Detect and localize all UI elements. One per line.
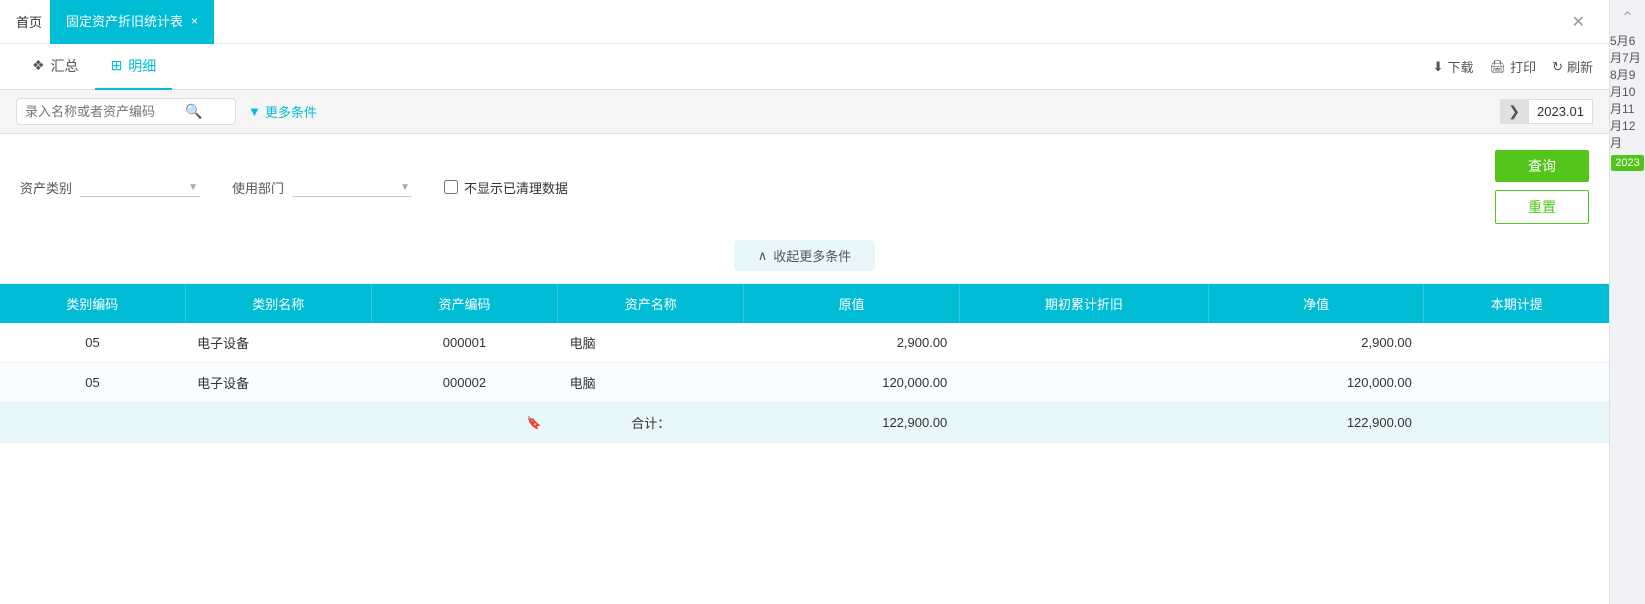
cell-asset-code: 000001 xyxy=(371,323,557,363)
window-close-button[interactable]: ✕ xyxy=(1564,8,1593,36)
cell-asset-name: 电脑 xyxy=(558,323,744,363)
asset-type-select[interactable] xyxy=(80,177,200,197)
refresh-label: 刷新 xyxy=(1567,57,1593,76)
summary-icon: ❖ xyxy=(32,57,45,74)
cell-current-period xyxy=(1424,363,1609,403)
cell-type-code: 05 xyxy=(0,363,185,403)
cell-net-value: 120,000.00 xyxy=(1208,363,1423,403)
col-type-code: 类别编码 xyxy=(0,284,185,323)
sidebar-scroll-up[interactable]: ⌃ xyxy=(1621,8,1634,28)
collapse-label: 收起更多条件 xyxy=(773,246,851,265)
collapse-button[interactable]: ∧ 收起更多条件 xyxy=(734,240,876,271)
cell-type-name: 电子设备 xyxy=(185,323,371,363)
tab-detail-label: 明细 xyxy=(128,56,156,76)
tab-summary-label: 汇总 xyxy=(51,56,79,76)
col-asset-name: 资产名称 xyxy=(558,284,744,323)
filter-button[interactable]: ▼ 更多条件 xyxy=(248,102,317,121)
total-net-value: 122,900.00 xyxy=(1208,403,1423,443)
search-icon: 🔍 xyxy=(185,103,202,120)
cell-accumulated-dep xyxy=(959,323,1208,363)
col-net-value: 净值 xyxy=(1208,284,1423,323)
table-row[interactable]: 05 电子设备 000002 电脑 120,000.00 120,000.00 xyxy=(0,363,1609,403)
cell-current-period xyxy=(1424,323,1609,363)
total-row: 🔖 合计： 122,900.00 122,900.00 xyxy=(0,403,1609,443)
download-icon: ⬇ xyxy=(1433,59,1444,75)
hide-cleared-label: 不显示已清理数据 xyxy=(464,178,568,197)
date-prev-button[interactable]: ❯ xyxy=(1500,99,1528,124)
col-asset-code: 资产编码 xyxy=(371,284,557,323)
refresh-button[interactable]: ↻ 刷新 xyxy=(1552,57,1593,76)
cell-type-code: 05 xyxy=(0,323,185,363)
print-label: 打印 xyxy=(1510,57,1536,76)
hide-cleared-checkbox[interactable] xyxy=(444,180,458,194)
refresh-icon: ↻ xyxy=(1552,59,1563,75)
col-type-name: 类别名称 xyxy=(185,284,371,323)
cell-net-value: 2,900.00 xyxy=(1208,323,1423,363)
query-button[interactable]: 查询 xyxy=(1495,150,1589,182)
sidebar-year-badge: 2023 xyxy=(1611,155,1643,171)
cell-asset-code: 000002 xyxy=(371,363,557,403)
tab-detail[interactable]: ⊞ 明细 xyxy=(95,44,173,90)
cell-type-name: 电子设备 xyxy=(185,363,371,403)
dept-filter: 使用部门 ▼ xyxy=(232,177,412,197)
filter-label: 更多条件 xyxy=(265,102,317,121)
search-input-wrap: 🔍 xyxy=(16,98,236,125)
asset-type-filter: 资产类别 ▼ xyxy=(20,177,200,197)
print-icon: 🖨 xyxy=(1490,59,1507,75)
col-current-period: 本期计提 xyxy=(1424,284,1609,323)
print-button[interactable]: 🖨 打印 xyxy=(1490,57,1537,76)
hide-cleared-filter[interactable]: 不显示已清理数据 xyxy=(444,178,568,197)
total-current-period xyxy=(1424,403,1609,443)
asset-type-label: 资产类别 xyxy=(20,178,72,197)
close-icon[interactable]: × xyxy=(191,14,198,28)
dept-label: 使用部门 xyxy=(232,178,284,197)
cell-original-value: 120,000.00 xyxy=(744,363,959,403)
download-button[interactable]: ⬇ 下载 xyxy=(1433,57,1474,76)
total-icon-cell: 🔖 xyxy=(0,403,558,443)
total-label: 合计： xyxy=(558,403,744,443)
date-label: 2023.01 xyxy=(1528,99,1593,124)
search-input[interactable] xyxy=(25,104,185,119)
reset-button[interactable]: 重置 xyxy=(1495,190,1589,224)
total-original-value: 122,900.00 xyxy=(744,403,959,443)
nav-tab[interactable]: 固定资产折旧统计表 × xyxy=(50,0,214,44)
total-accumulated-dep xyxy=(959,403,1208,443)
cell-original-value: 2,900.00 xyxy=(744,323,959,363)
nav-home[interactable]: 首页 xyxy=(16,12,42,31)
col-original-value: 原值 xyxy=(744,284,959,323)
detail-icon: ⊞ xyxy=(111,57,123,74)
tab-summary[interactable]: ❖ 汇总 xyxy=(16,44,95,90)
nav-tab-label: 固定资产折旧统计表 xyxy=(66,11,183,30)
collapse-icon: ∧ xyxy=(758,248,768,264)
download-label: 下载 xyxy=(1448,57,1474,76)
filter-icon: ▼ xyxy=(248,104,261,119)
dept-select[interactable] xyxy=(292,177,412,197)
col-accumulated-dep: 期初累计折旧 xyxy=(959,284,1208,323)
table-row[interactable]: 05 电子设备 000001 电脑 2,900.00 2,900.00 xyxy=(0,323,1609,363)
cell-accumulated-dep xyxy=(959,363,1208,403)
total-icon: 🔖 xyxy=(527,416,542,430)
cell-asset-name: 电脑 xyxy=(558,363,744,403)
